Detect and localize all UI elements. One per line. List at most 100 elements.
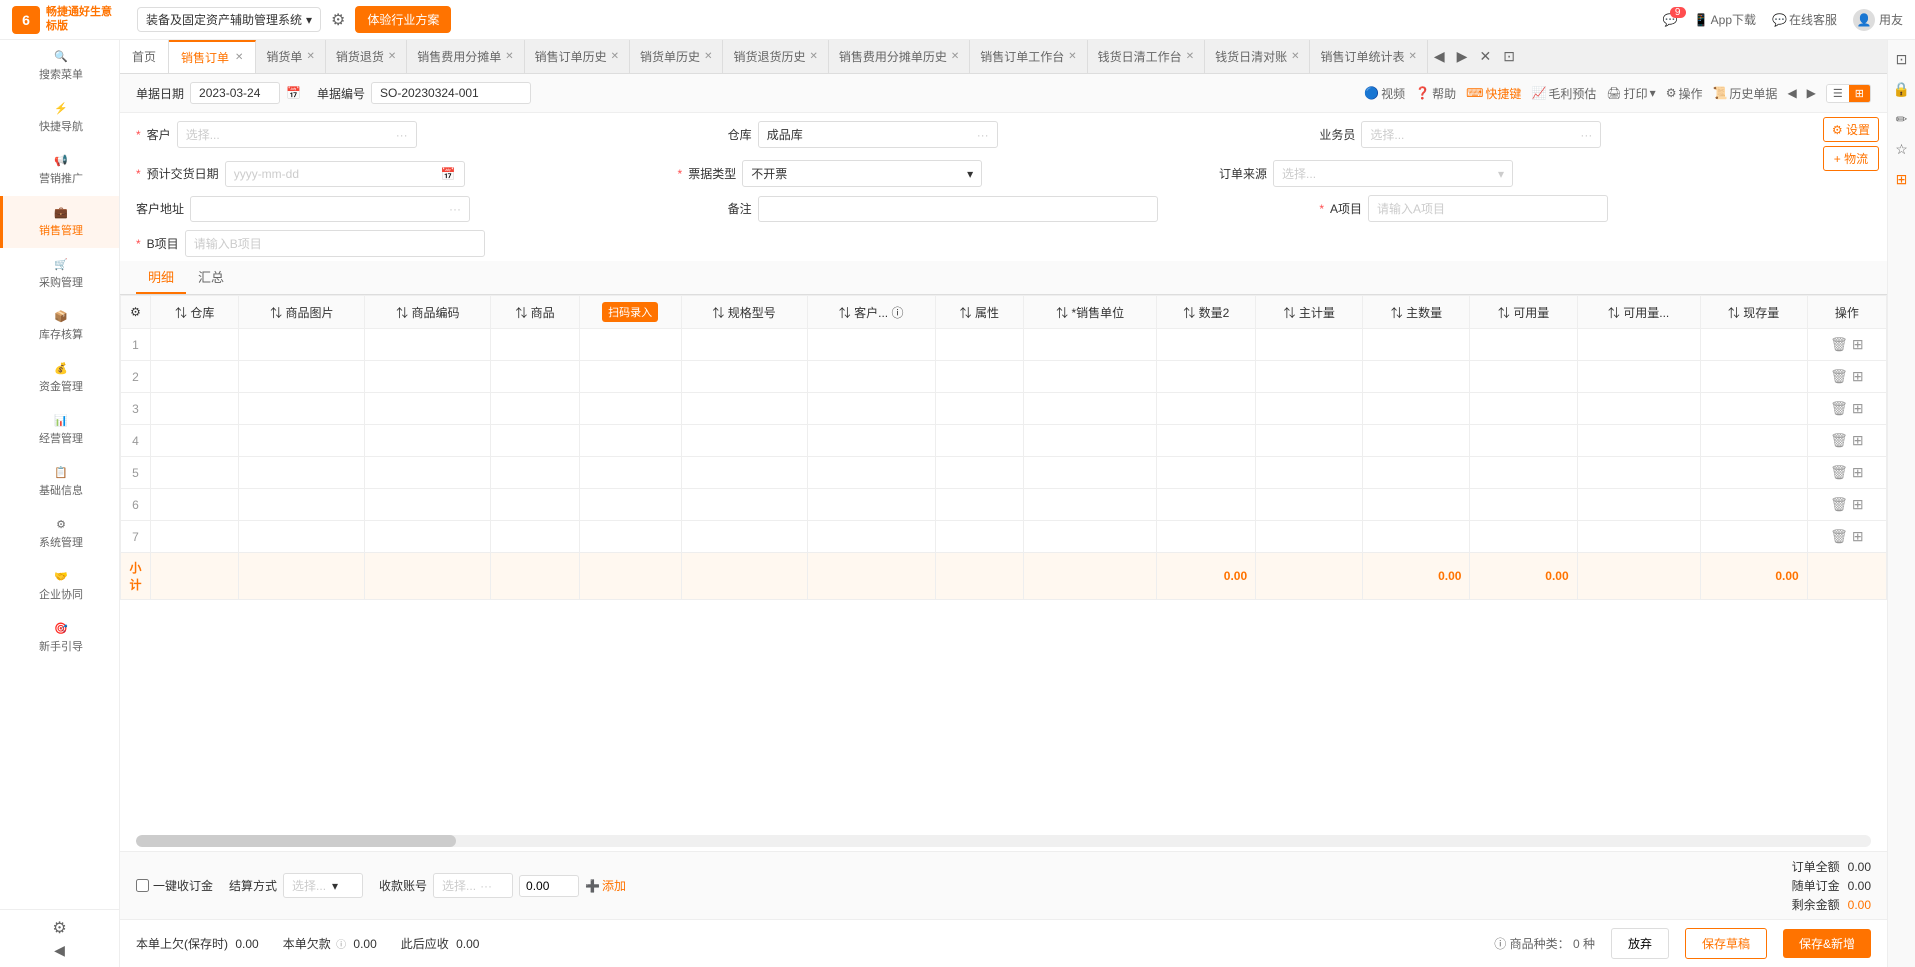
col-current[interactable]: ⇅ 现存量: [1700, 296, 1807, 329]
shortcut-btn[interactable]: ⌨快捷键: [1466, 85, 1521, 102]
copy-icon[interactable]: ⊞: [1852, 336, 1864, 353]
message-icon[interactable]: 💬 9: [1663, 13, 1678, 27]
profit-btn[interactable]: 📈毛利预估: [1531, 85, 1596, 102]
save-new-button[interactable]: 保存&新增: [1783, 929, 1871, 958]
settings-icon[interactable]: ⚙: [331, 10, 345, 30]
col-unit[interactable]: ⇅ *销售单位: [1024, 296, 1157, 329]
one-click-checkbox[interactable]: 一键收订金: [136, 877, 213, 894]
tab-close-10[interactable]: ✕: [1186, 51, 1194, 62]
right-icon-4[interactable]: ☆: [1891, 138, 1913, 160]
delete-icon[interactable]: 🗑: [1830, 336, 1848, 353]
trial-button[interactable]: 体验行业方案: [355, 6, 451, 33]
tab-close-5[interactable]: ✕: [611, 51, 619, 62]
col-main-unit[interactable]: ⇅ 主计量: [1256, 296, 1363, 329]
col-code[interactable]: ⇅ 商品编码: [365, 296, 491, 329]
col-attr[interactable]: ⇅ 属性: [935, 296, 1023, 329]
tab-sales-order[interactable]: 销售订单 ✕: [169, 40, 256, 74]
sidebar-item-guide[interactable]: 🎯 新手引导: [0, 612, 119, 664]
sidebar-item-system[interactable]: ⚙ 系统管理: [0, 508, 119, 560]
invoice-select[interactable]: 不开票 ▾: [742, 160, 982, 187]
b-project-input[interactable]: 请输入B项目: [185, 230, 485, 257]
delete-icon[interactable]: 🗑: [1830, 400, 1848, 417]
settings-panel-btn[interactable]: ⚙ 设置: [1823, 117, 1879, 142]
tab-close-7[interactable]: ✕: [809, 51, 817, 62]
tab-detail[interactable]: 明细: [136, 261, 186, 294]
remark-input[interactable]: [758, 196, 1158, 222]
logistics-btn[interactable]: + 物流: [1823, 146, 1879, 171]
save-draft-button[interactable]: 保存草稿: [1685, 928, 1767, 959]
tab-out-history[interactable]: 销货单历史 ✕: [630, 40, 723, 74]
delivery-input[interactable]: yyyy-mm-dd 📅: [225, 161, 465, 187]
col-customer-code[interactable]: ⇅ 客户... ⓘ: [807, 296, 935, 329]
sidebar-item-finance[interactable]: 💰 资金管理: [0, 352, 119, 404]
customer-input[interactable]: 选择... ···: [177, 121, 417, 148]
order-number-input[interactable]: SO-20230324-001: [371, 82, 531, 104]
sidebar-item-enterprise[interactable]: 🤝 企业协同: [0, 560, 119, 612]
tab-close-9[interactable]: ✕: [1068, 51, 1076, 62]
sidebar-settings-btn[interactable]: ⚙: [0, 918, 119, 938]
sidebar-item-sales[interactable]: 💼 销售管理: [0, 196, 119, 248]
app-selector[interactable]: 装备及固定资产辅助管理系统 ▾: [137, 7, 321, 32]
view-btn[interactable]: 🔵视频: [1364, 85, 1405, 102]
tab-sales-out[interactable]: 销货单 ✕: [256, 40, 325, 74]
tab-order-history[interactable]: 销售订单历史 ✕: [525, 40, 630, 74]
warehouse-input[interactable]: 成品库 ···: [758, 121, 998, 148]
tab-fee-history[interactable]: 销售费用分摊单历史 ✕: [829, 40, 970, 74]
tab-close-3[interactable]: ✕: [388, 51, 396, 62]
col-spec[interactable]: ⇅ 规格型号: [681, 296, 807, 329]
tab-close-8[interactable]: ✕: [951, 51, 959, 62]
tab-cash-workbench[interactable]: 钱货日清工作台 ✕: [1088, 40, 1205, 74]
tab-summary[interactable]: 汇总: [186, 261, 236, 294]
tab-workbench[interactable]: 销售订单工作台 ✕: [970, 40, 1087, 74]
date-input[interactable]: 2023-03-24: [190, 82, 280, 104]
right-icon-3[interactable]: ✏: [1891, 108, 1913, 130]
tab-next-btn[interactable]: ▶: [1451, 48, 1474, 65]
tab-close-4[interactable]: ✕: [505, 51, 513, 62]
delete-icon[interactable]: 🗑: [1830, 464, 1848, 481]
sidebar-item-operations[interactable]: 📊 经营管理: [0, 404, 119, 456]
grid-view-btn[interactable]: ⊞: [1849, 85, 1870, 102]
tab-return[interactable]: 销货退货 ✕: [326, 40, 407, 74]
nav-next-btn[interactable]: ▶: [1807, 86, 1816, 100]
copy-icon[interactable]: ⊞: [1852, 432, 1864, 449]
sidebar-item-purchase[interactable]: 🛒 采购管理: [0, 248, 119, 300]
col-gear[interactable]: ⚙: [121, 296, 151, 329]
scan-enter-btn[interactable]: 扫码录入: [602, 302, 658, 322]
sidebar-item-marketing[interactable]: 📢 营销推广: [0, 144, 119, 196]
help-btn[interactable]: ❓帮助: [1415, 85, 1456, 102]
sidebar-item-inventory[interactable]: 📦 库存核算: [0, 300, 119, 352]
user-avatar[interactable]: 👤 用友: [1853, 9, 1903, 31]
sidebar-item-search[interactable]: 🔍 搜索菜单: [0, 40, 119, 92]
nav-prev-btn[interactable]: ◀: [1787, 86, 1796, 100]
account-select[interactable]: 选择... ···: [433, 873, 513, 898]
print-btn[interactable]: 🖨打印▾: [1606, 85, 1655, 102]
col-image[interactable]: ⇅ 商品图片: [239, 296, 365, 329]
tab-expand-btn[interactable]: ⊡: [1497, 48, 1521, 65]
order-source-input[interactable]: 选择... ▾: [1273, 160, 1513, 187]
tab-stats[interactable]: 销售订单统计表 ✕: [1310, 40, 1427, 74]
col-warehouse[interactable]: ⇅ 仓库: [151, 296, 239, 329]
copy-icon[interactable]: ⊞: [1852, 496, 1864, 513]
payment-method-select[interactable]: 选择... ▾: [283, 873, 363, 898]
col-product[interactable]: ⇅ 商品: [491, 296, 579, 329]
salesperson-input[interactable]: 选择... ···: [1361, 121, 1601, 148]
tab-close-11[interactable]: ✕: [1291, 51, 1299, 62]
col-avail[interactable]: ⇅ 可用量: [1470, 296, 1577, 329]
tab-close-12[interactable]: ✕: [1409, 51, 1417, 62]
sidebar-collapse-btn[interactable]: ◀: [0, 942, 119, 959]
tab-return-history[interactable]: 销货退货历史 ✕: [723, 40, 828, 74]
calendar-icon-2[interactable]: 📅: [441, 167, 456, 181]
delete-icon[interactable]: 🗑: [1830, 528, 1848, 545]
operation-btn[interactable]: ⚙操作: [1666, 85, 1703, 102]
add-payment-btn[interactable]: ➕ 添加: [585, 877, 626, 894]
sidebar-item-quicknav[interactable]: ⚡ 快捷导航: [0, 92, 119, 144]
col-main-qty[interactable]: ⇅ 主数量: [1363, 296, 1470, 329]
right-icon-2[interactable]: 🔒: [1891, 78, 1913, 100]
col-qty2[interactable]: ⇅ 数量2: [1157, 296, 1256, 329]
calendar-icon[interactable]: 📅: [286, 86, 301, 100]
sidebar-item-basicinfo[interactable]: 📋 基础信息: [0, 456, 119, 508]
tab-prev-btn[interactable]: ◀: [1428, 48, 1451, 65]
right-icon-1[interactable]: ⊡: [1891, 48, 1913, 70]
copy-icon[interactable]: ⊞: [1852, 528, 1864, 545]
online-service-link[interactable]: 💬 在线客服: [1772, 11, 1837, 28]
